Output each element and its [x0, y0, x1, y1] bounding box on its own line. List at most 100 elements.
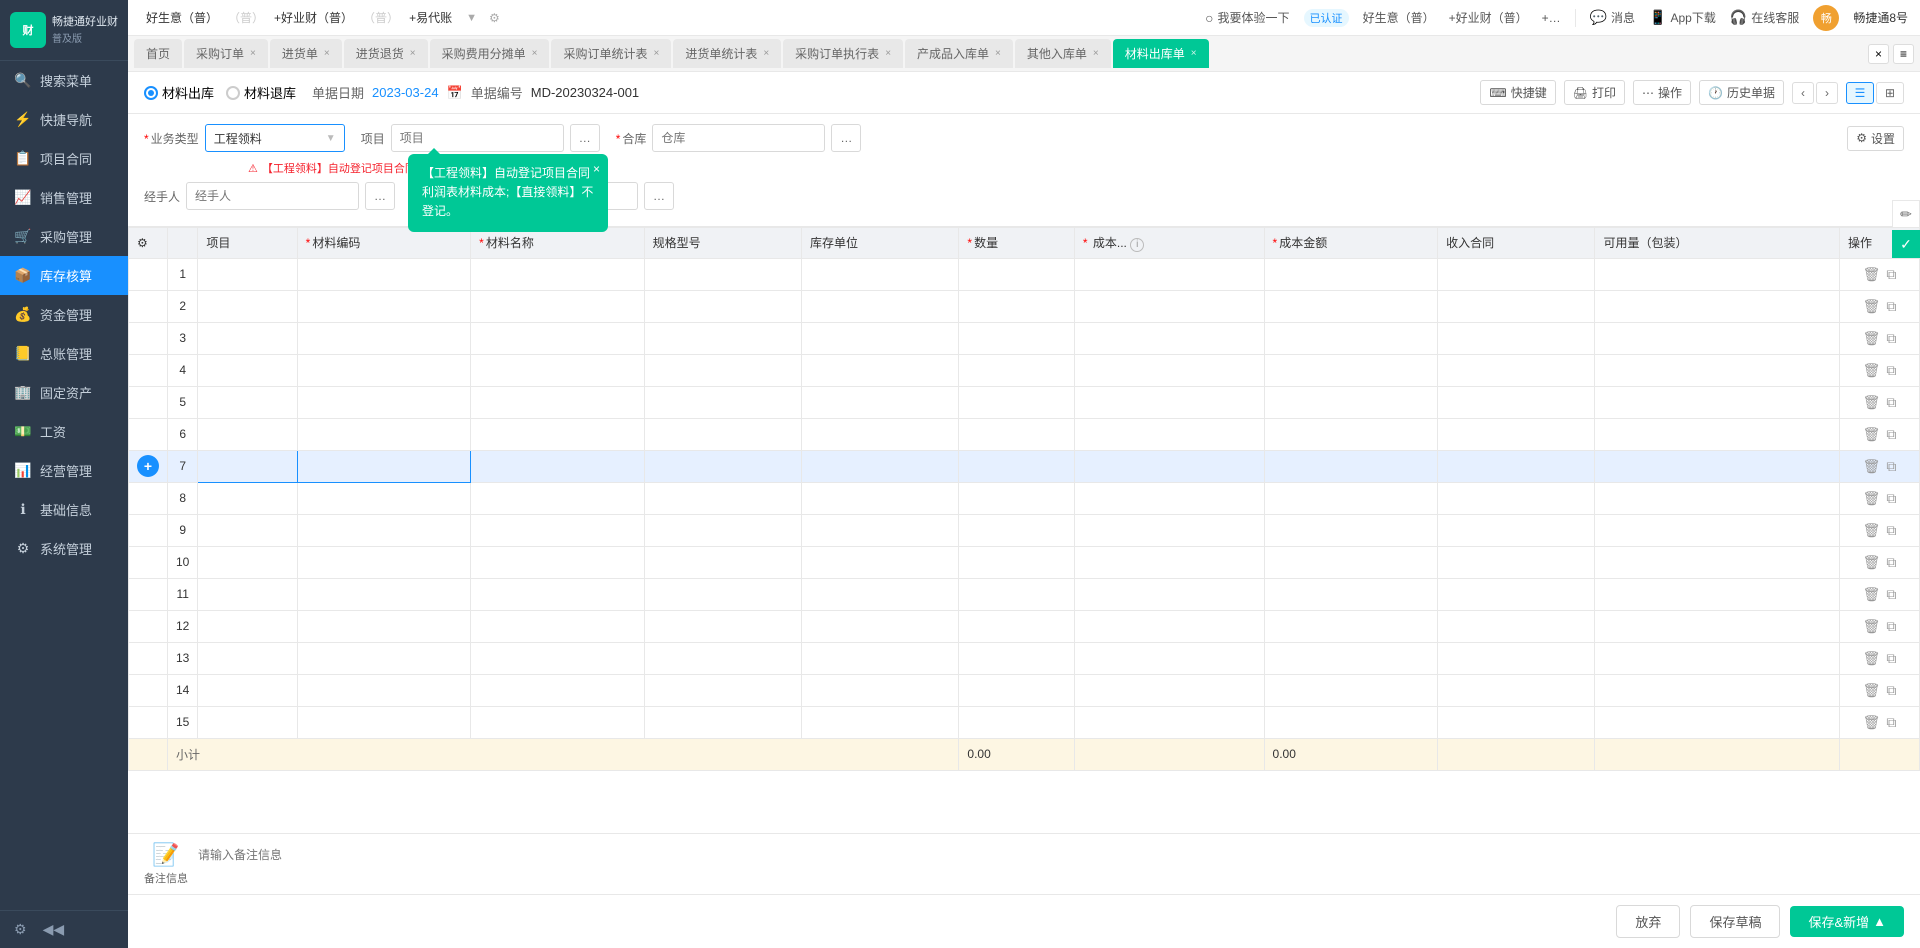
sidebar-item-search[interactable]: 🔍 搜索菜单 — [0, 61, 128, 100]
topnav-link-haoshengyi[interactable]: 好生意（普） — [140, 7, 224, 28]
copy-icon[interactable]: ⧉ — [1886, 554, 1896, 571]
tab-menu-btn[interactable]: ≡ — [1893, 44, 1914, 64]
table-container[interactable]: ⚙ 项目 材料编码 材料名称 规格型号 库存单位 数量 成本... i — [128, 227, 1920, 833]
operation-btn[interactable]: ⋯ 操作 — [1633, 80, 1691, 105]
tab-material-outbound[interactable]: 材料出库单 × — [1113, 39, 1209, 68]
copy-icon[interactable]: ⧉ — [1886, 522, 1896, 539]
form-settings-btn[interactable]: ⚙ 设置 — [1847, 126, 1904, 151]
grid-view-btn[interactable]: ⊞ — [1876, 82, 1904, 104]
delete-icon[interactable]: 🗑 — [1863, 650, 1881, 667]
copy-icon[interactable]: ⧉ — [1886, 714, 1896, 731]
copy-icon[interactable]: ⧉ — [1886, 394, 1896, 411]
delete-icon[interactable]: 🗑 — [1863, 554, 1881, 571]
cell-project[interactable] — [198, 258, 297, 290]
delete-icon[interactable]: 🗑 — [1863, 586, 1881, 603]
save-draft-btn[interactable]: 保存草稿 — [1690, 905, 1780, 938]
delete-icon[interactable]: 🗑 — [1863, 298, 1881, 315]
project-input[interactable] — [391, 124, 564, 152]
handler-input[interactable] — [186, 182, 359, 210]
warehouse-input[interactable] — [652, 124, 825, 152]
tab-purchase-expense[interactable]: 采购费用分摊单 × — [430, 39, 550, 68]
sidebar-item-inventory[interactable]: 📦 库存核算 — [0, 256, 128, 295]
cell-qty[interactable] — [959, 258, 1074, 290]
delete-icon[interactable]: 🗑 — [1863, 682, 1881, 699]
save-new-btn[interactable]: 保存&新增 ▲ — [1790, 906, 1904, 937]
tab-close-all-btn[interactable]: × — [1868, 44, 1889, 64]
cost-info-icon[interactable]: i — [1130, 238, 1144, 252]
add-row-cell1[interactable] — [198, 450, 297, 482]
sidebar-item-sales[interactable]: 📈 销售管理 — [0, 178, 128, 217]
message-btn[interactable]: 💬 消息 — [1590, 9, 1635, 26]
radio-material-out[interactable]: 材料出库 — [144, 83, 214, 102]
income-contract-ellipsis-btn[interactable]: … — [644, 182, 674, 210]
sidebar-item-purchase[interactable]: 🛒 采购管理 — [0, 217, 128, 256]
copy-icon[interactable]: ⧉ — [1886, 490, 1896, 507]
radio-material-return[interactable]: 材料退库 — [226, 83, 296, 102]
topnav-more[interactable]: +… — [1542, 11, 1561, 25]
tooltip-close-btn[interactable]: × — [593, 160, 600, 179]
quick-key-btn[interactable]: ⌨ 快捷键 — [1480, 80, 1555, 105]
online-service-btn[interactable]: 🎧 在线客服 — [1730, 9, 1799, 26]
tab-inbound-stats[interactable]: 进货单统计表 × — [673, 39, 781, 68]
delete-icon[interactable]: 🗑 — [1863, 394, 1881, 411]
doc-date-value[interactable]: 2023-03-24 — [372, 85, 439, 100]
cell-unit[interactable] — [802, 258, 959, 290]
tab-finished-goods[interactable]: 产成品入库单 × — [905, 39, 1013, 68]
copy-icon[interactable]: ⧉ — [1886, 330, 1896, 347]
copy-icon[interactable]: ⧉ — [1886, 618, 1896, 635]
warehouse-ellipsis-btn[interactable]: … — [831, 124, 861, 152]
tab-other-inbound[interactable]: 其他入库单 × — [1015, 39, 1111, 68]
copy-icon[interactable]: ⧉ — [1886, 426, 1896, 443]
tab-close-icon[interactable]: × — [1093, 48, 1099, 59]
tab-close-icon[interactable]: × — [532, 48, 538, 59]
cell-name[interactable] — [471, 258, 645, 290]
topnav-expand-btn[interactable]: ▼ — [466, 12, 477, 24]
delete-icon[interactable]: 🗑 — [1863, 522, 1881, 539]
tab-close-active-icon[interactable]: × — [1191, 48, 1197, 59]
tab-purchase-stats[interactable]: 采购订单统计表 × — [551, 39, 671, 68]
tab-close-icon[interactable]: × — [995, 48, 1001, 59]
copy-icon[interactable]: ⧉ — [1886, 266, 1896, 283]
notes-input[interactable] — [198, 842, 1904, 882]
tab-close-icon[interactable]: × — [763, 48, 769, 59]
copy-icon[interactable]: ⧉ — [1886, 586, 1896, 603]
tab-close-icon[interactable]: × — [324, 48, 330, 59]
sidebar-item-basicinfo[interactable]: ℹ 基础信息 — [0, 490, 128, 529]
tab-close-icon[interactable]: × — [410, 48, 416, 59]
topnav-haoshengyi[interactable]: 好生意（普） — [1363, 9, 1435, 26]
settings-gear-icon[interactable]: ⚙ — [489, 11, 500, 25]
add-row-cell2[interactable] — [297, 450, 471, 482]
tab-close-icon[interactable]: × — [885, 48, 891, 59]
sidebar-item-assets[interactable]: 🏢 固定资产 — [0, 373, 128, 412]
tab-close-icon[interactable]: × — [653, 48, 659, 59]
copy-icon[interactable]: ⧉ — [1886, 298, 1896, 315]
copy-icon[interactable]: ⧉ — [1886, 362, 1896, 379]
sidebar-settings-btn[interactable]: ⚙ — [14, 921, 27, 938]
delete-icon[interactable]: 🗑 — [1863, 458, 1881, 475]
trial-btn[interactable]: ○ 我要体验一下 — [1205, 9, 1289, 26]
delete-icon[interactable]: 🗑 — [1863, 618, 1881, 635]
calendar-icon[interactable]: 📅 — [447, 85, 463, 101]
discard-btn[interactable]: 放弃 — [1616, 905, 1680, 938]
tab-inbound-return[interactable]: 进货退货 × — [344, 39, 428, 68]
cell-cost-amount[interactable] — [1264, 258, 1438, 290]
user-avatar[interactable]: 畅 — [1813, 5, 1839, 31]
right-panel-edit-icon[interactable]: ✏ — [1892, 200, 1920, 228]
sidebar-item-salary[interactable]: 💵 工资 — [0, 412, 128, 451]
cell-code[interactable] — [297, 258, 471, 290]
copy-icon[interactable]: ⧉ — [1886, 682, 1896, 699]
tab-inbound[interactable]: 进货单 × — [270, 39, 342, 68]
add-row-btn[interactable]: + — [137, 455, 159, 477]
table-settings-header[interactable]: ⚙ — [129, 228, 168, 259]
tab-home[interactable]: 首页 — [134, 39, 182, 68]
delete-icon[interactable]: 🗑 — [1863, 266, 1881, 283]
delete-icon[interactable]: 🗑 — [1863, 362, 1881, 379]
handler-ellipsis-btn[interactable]: … — [365, 182, 395, 210]
print-btn[interactable]: 🖨 打印 — [1564, 80, 1625, 105]
nav-prev-btn[interactable]: ‹ — [1792, 82, 1814, 104]
biz-type-select[interactable]: 工程领料 ▼ — [205, 124, 345, 152]
delete-icon[interactable]: 🗑 — [1863, 490, 1881, 507]
sidebar-item-ledger[interactable]: 📒 总账管理 — [0, 334, 128, 373]
delete-icon[interactable]: 🗑 — [1863, 330, 1881, 347]
topnav-link-yidaizhang[interactable]: +易代账 — [403, 7, 458, 28]
